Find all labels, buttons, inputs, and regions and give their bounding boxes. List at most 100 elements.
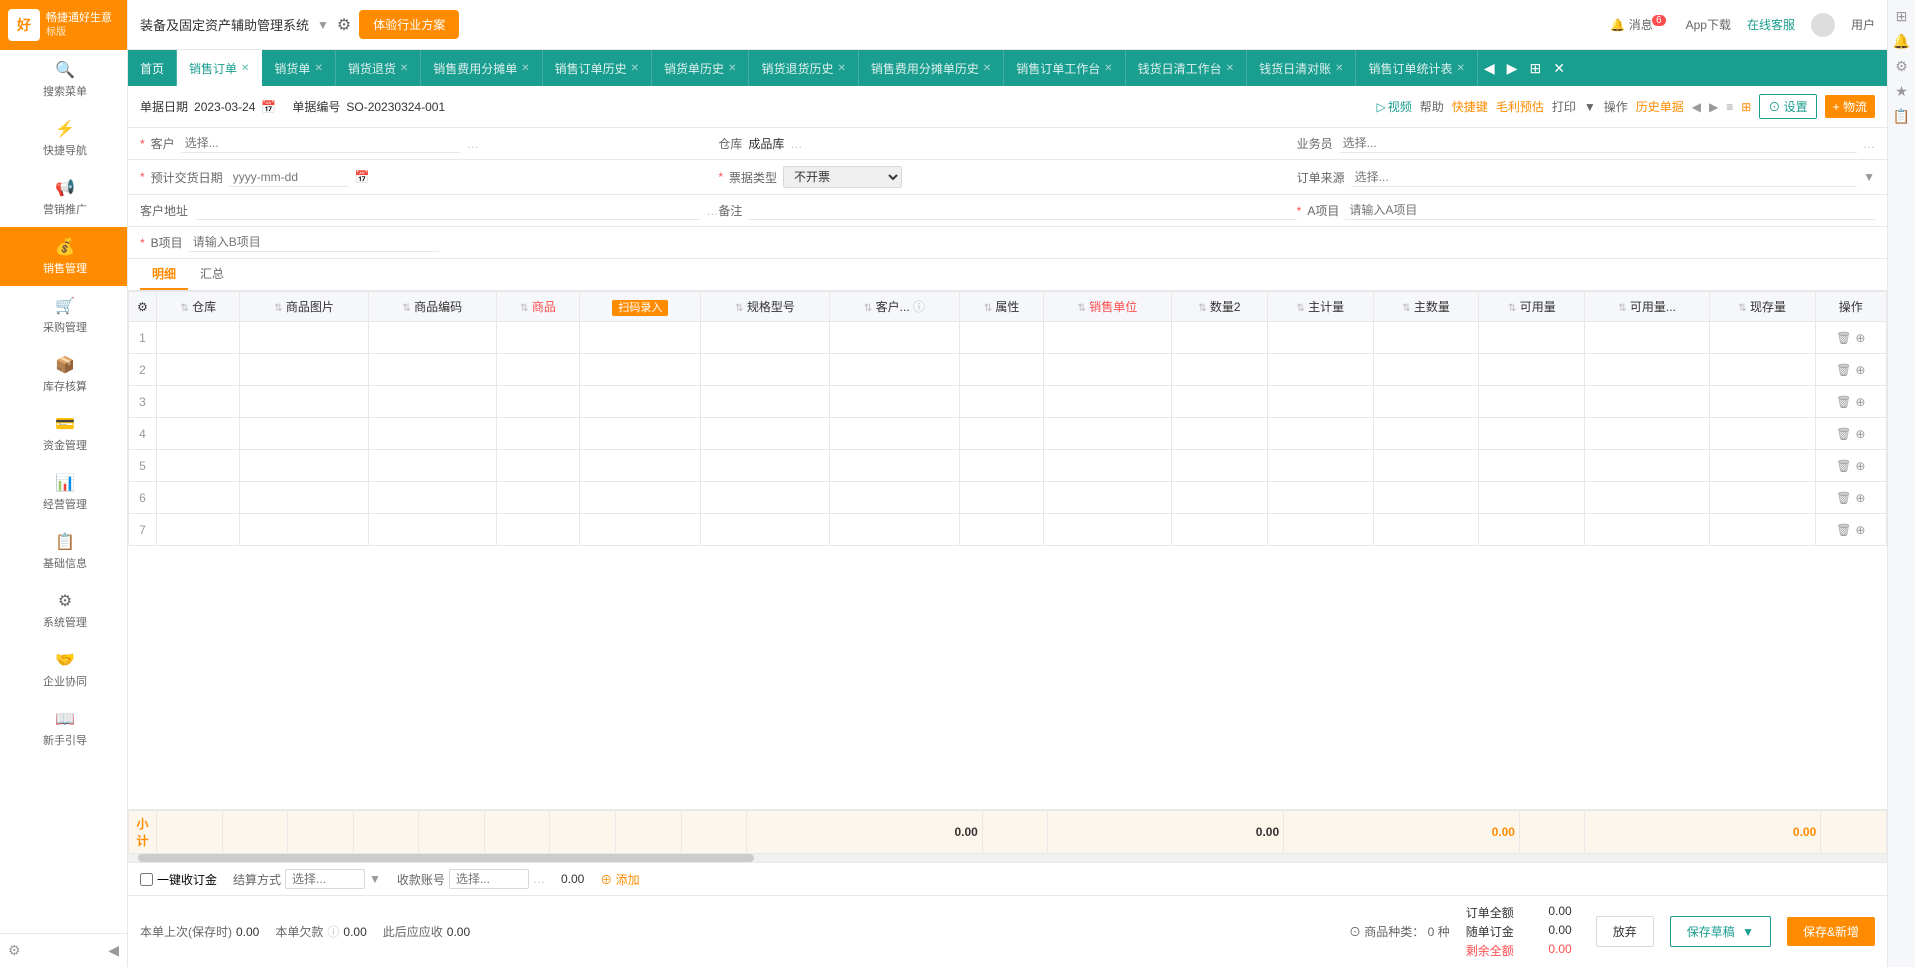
sidebar-item-operations[interactable]: 📊 经营管理 [0, 463, 127, 522]
cell-attr[interactable] [960, 450, 1043, 482]
copy-icon[interactable]: ⊕ [1855, 331, 1865, 345]
settings-bottom-icon[interactable]: ⚙ [8, 942, 21, 959]
shortcut-btn[interactable]: 快捷键 [1452, 98, 1488, 115]
tab-sales-order[interactable]: 销售订单 ✕ [177, 50, 262, 86]
delete-icon[interactable]: 🗑 [1836, 459, 1851, 473]
copy-icon[interactable]: ⊕ [1855, 395, 1865, 409]
sort-icon[interactable]: ⇅ [180, 303, 188, 314]
cell-unit[interactable] [1043, 386, 1171, 418]
payment-method-input[interactable] [285, 869, 365, 889]
customer-more-icon[interactable]: … [467, 137, 479, 151]
sort-icon[interactable]: ⇅ [274, 303, 282, 314]
cell-warehouse[interactable] [157, 450, 240, 482]
cell-qty2[interactable] [1171, 354, 1267, 386]
tab-sales-order-history[interactable]: 销售订单历史 ✕ [543, 50, 652, 86]
cell-available[interactable] [1479, 482, 1585, 514]
nav-prev-icon[interactable]: ◀ [1692, 100, 1701, 114]
cell-product[interactable] [496, 322, 579, 354]
cell-available[interactable] [1479, 514, 1585, 546]
order-source-dropdown[interactable]: ▼ [1863, 170, 1875, 184]
cell-current[interactable] [1709, 514, 1815, 546]
topbar-gear-icon[interactable]: ⚙ [337, 15, 351, 35]
sort-icon[interactable]: ⇅ [1296, 303, 1304, 314]
warehouse-more-icon[interactable]: … [790, 137, 802, 151]
sidebar-item-quicknav[interactable]: ⚡ 快捷导航 [0, 109, 127, 168]
delete-icon[interactable]: 🗑 [1836, 363, 1851, 377]
user-name[interactable]: 用户 [1851, 16, 1875, 33]
cell-main-qty[interactable] [1373, 354, 1479, 386]
tab-nav-right[interactable]: ▶ [1501, 60, 1524, 77]
cell-qty2[interactable] [1171, 450, 1267, 482]
sidebar-item-marketing[interactable]: 📢 营销推广 [0, 168, 127, 227]
tab-close-icon[interactable]: ✕ [837, 63, 845, 74]
cell-warehouse[interactable] [157, 322, 240, 354]
tab-fee-history[interactable]: 销售费用分摊单历史 ✕ [859, 50, 1004, 86]
sort-icon[interactable]: ⇅ [1198, 303, 1206, 314]
customer-input[interactable] [181, 134, 461, 153]
cell-customer-code[interactable] [829, 418, 960, 450]
sidebar-item-purchase[interactable]: 🛒 采购管理 [0, 286, 127, 345]
sort-icon[interactable]: ⇅ [1618, 303, 1626, 314]
scrollbar-area[interactable] [128, 854, 1887, 862]
sort-icon[interactable]: ⇅ [1738, 303, 1746, 314]
cell-unit[interactable] [1043, 450, 1171, 482]
sort-icon[interactable]: ⇅ [1402, 303, 1410, 314]
cell-product[interactable] [496, 386, 579, 418]
cell-customer-code[interactable] [829, 482, 960, 514]
cell-qty2[interactable] [1171, 322, 1267, 354]
cell-current[interactable] [1709, 354, 1815, 386]
cell-available2[interactable] [1585, 354, 1709, 386]
add-item-button[interactable]: + 物流 [1825, 95, 1875, 118]
tab-sales-stats[interactable]: 销售订单统计表 ✕ [1356, 50, 1477, 86]
cell-qty2[interactable] [1171, 514, 1267, 546]
tab-sales-return[interactable]: 销货退货 ✕ [336, 50, 421, 86]
cell-code[interactable] [368, 418, 496, 450]
cell-spec[interactable] [701, 514, 829, 546]
list-view-icon[interactable]: ≡ [1726, 100, 1733, 114]
cell-main-qty[interactable] [1373, 514, 1479, 546]
cell-main-unit[interactable] [1267, 482, 1373, 514]
online-service-btn[interactable]: 在线客服 [1747, 16, 1795, 33]
cell-available2[interactable] [1585, 514, 1709, 546]
cell-attr[interactable] [960, 418, 1043, 450]
cell-customer-code[interactable] [829, 386, 960, 418]
receipt-more-icon[interactable]: … [533, 872, 545, 886]
cell-unit[interactable] [1043, 482, 1171, 514]
cell-code[interactable] [368, 514, 496, 546]
tab-close-icon[interactable]: ✕ [400, 63, 408, 74]
cell-spec[interactable] [701, 482, 829, 514]
delete-icon[interactable]: 🗑 [1836, 395, 1851, 409]
tab-close-icon[interactable]: ✕ [1226, 63, 1234, 74]
cell-attr[interactable] [960, 322, 1043, 354]
sidebar-item-basic-info[interactable]: 📋 基础信息 [0, 522, 127, 581]
cell-main-unit[interactable] [1267, 322, 1373, 354]
cell-customer-code[interactable] [829, 354, 960, 386]
cell-current[interactable] [1709, 322, 1815, 354]
cell-spec[interactable] [701, 322, 829, 354]
operate-btn[interactable]: 操作 [1604, 98, 1628, 115]
cell-warehouse[interactable] [157, 418, 240, 450]
tab-sales-fee[interactable]: 销售费用分摊单 ✕ [421, 50, 542, 86]
right-icon-5[interactable]: 📋 [1893, 108, 1910, 125]
cell-code[interactable] [368, 386, 496, 418]
industry-solution-button[interactable]: 体验行业方案 [359, 10, 459, 39]
invoice-type-select[interactable]: 不开票 增值税普通发票 增值税专用发票 [783, 166, 902, 188]
tab-expand[interactable]: ⊞ [1523, 60, 1547, 77]
history-btn[interactable]: 历史单据 [1636, 98, 1684, 115]
cell-attr[interactable] [960, 386, 1043, 418]
discard-button[interactable]: 放弃 [1596, 916, 1654, 947]
grid-view-icon[interactable]: ⊞ [1741, 100, 1751, 114]
tab-return-history[interactable]: 销货退货历史 ✕ [749, 50, 858, 86]
one-click-checkbox-input[interactable] [140, 873, 153, 886]
copy-icon[interactable]: ⊕ [1855, 491, 1865, 505]
cell-main-unit[interactable] [1267, 418, 1373, 450]
cell-available[interactable] [1479, 418, 1585, 450]
right-icon-1[interactable]: ⊞ [1896, 8, 1908, 25]
cell-available[interactable] [1479, 386, 1585, 418]
tab-close-icon[interactable]: ✕ [1335, 63, 1343, 74]
a-project-input[interactable] [1345, 201, 1875, 220]
date-picker-icon[interactable]: 📅 [355, 170, 370, 184]
cell-available2[interactable] [1585, 482, 1709, 514]
cell-main-qty[interactable] [1373, 386, 1479, 418]
print-btn[interactable]: 打印 [1552, 98, 1576, 115]
